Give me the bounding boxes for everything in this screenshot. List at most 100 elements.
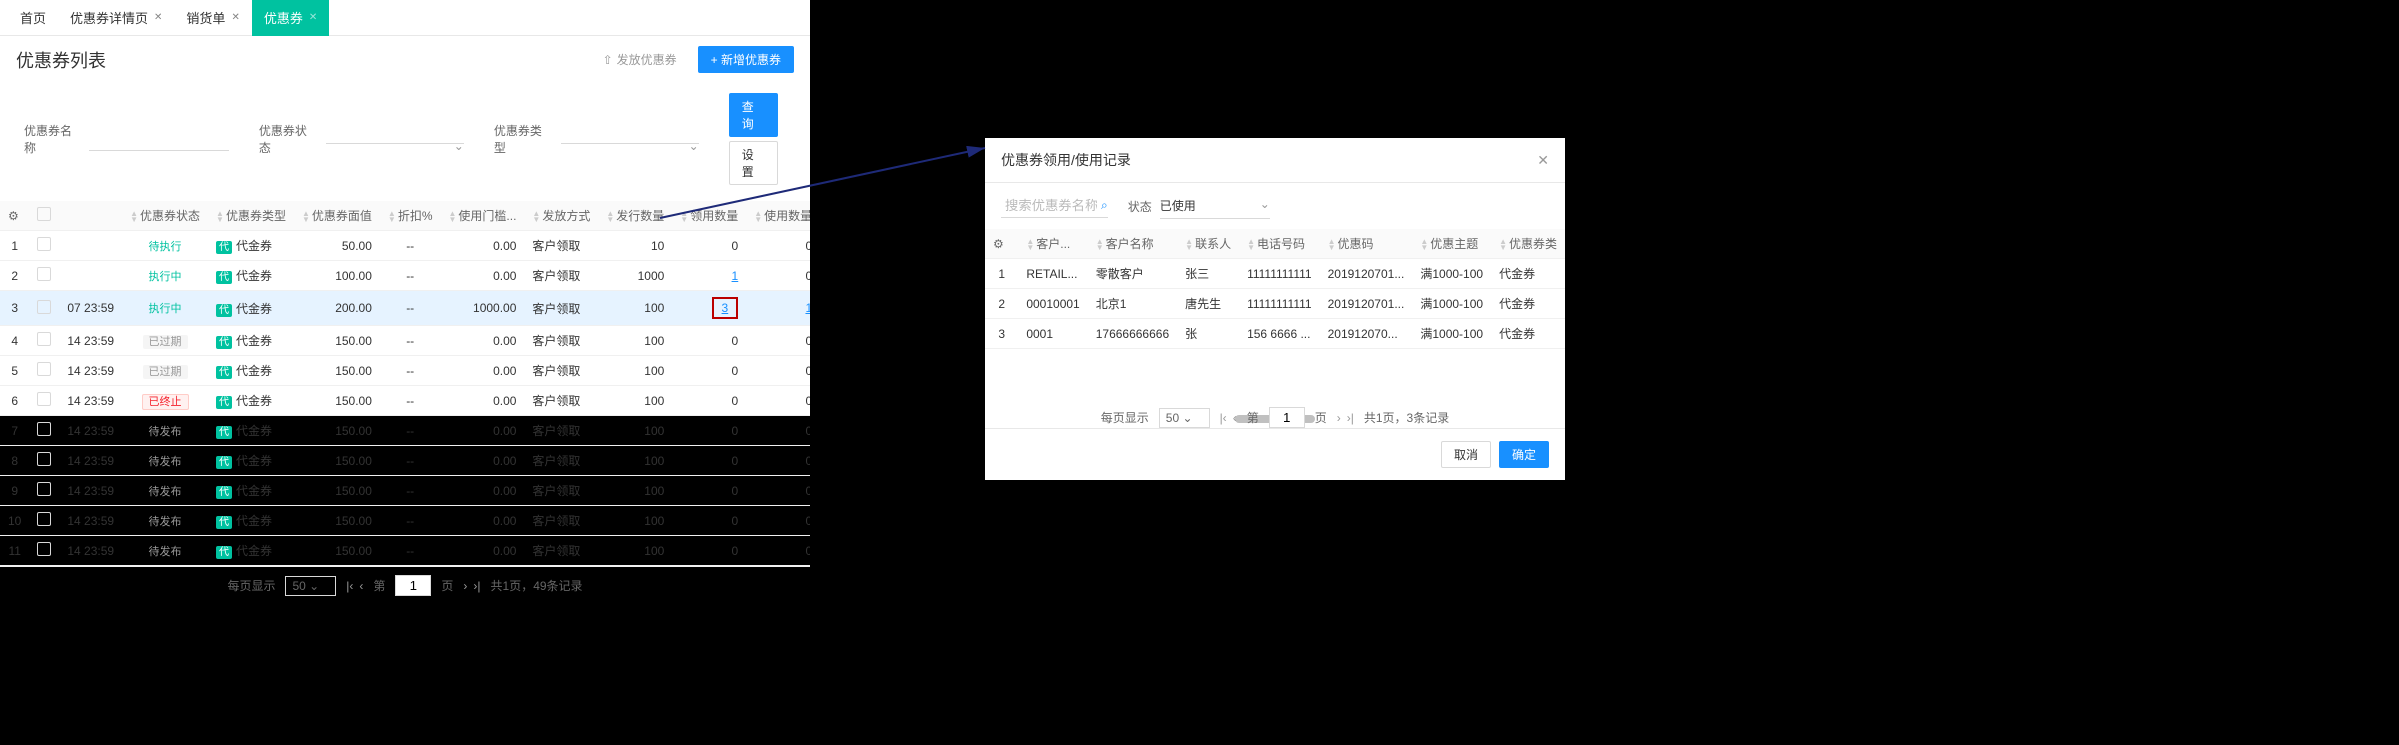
close-icon[interactable]: ✕: [154, 12, 162, 23]
claim-count-link[interactable]: 1: [732, 269, 739, 283]
cancel-button[interactable]: 取消: [1441, 441, 1491, 468]
row-checkbox-cell[interactable]: [29, 291, 59, 326]
phone-header[interactable]: ▲▼电话号码: [1239, 229, 1320, 259]
page-number-input[interactable]: [1269, 407, 1305, 428]
last-page-icon[interactable]: ›|: [1347, 411, 1354, 425]
coupon-type-select[interactable]: ⌄: [561, 135, 699, 144]
search-input[interactable]: [1001, 194, 1101, 217]
coupon-title-header[interactable]: ▲▼优惠主题: [1412, 229, 1491, 259]
table-row[interactable]: 6 14 23:59 已终止 代代金券 150.00 -- 0.00 客户领取 …: [0, 386, 810, 416]
sort-icon[interactable]: ▲▼: [754, 211, 762, 223]
row-checkbox-cell[interactable]: [29, 416, 59, 446]
search-icon[interactable]: ⌕: [1101, 198, 1108, 213]
contact-header[interactable]: ▲▼联系人: [1177, 229, 1239, 259]
tab-sales-order[interactable]: 销货单✕: [174, 0, 251, 36]
tab-coupon[interactable]: 优惠券✕: [252, 0, 329, 36]
table-row[interactable]: 11 14 23:59 待发布 代代金券 150.00 -- 0.00 客户领取…: [0, 536, 810, 566]
sort-icon[interactable]: ▲▼: [680, 211, 688, 223]
row-checkbox-cell[interactable]: [29, 536, 59, 566]
row-checkbox-cell[interactable]: [29, 326, 59, 356]
checkbox-icon[interactable]: [37, 332, 51, 346]
table-row[interactable]: 1 RETAIL... 零散客户 张三 11111111111 20191207…: [985, 259, 1565, 289]
time-column-header[interactable]: [59, 201, 122, 231]
checkbox-icon[interactable]: [37, 362, 51, 376]
tab-home[interactable]: 首页: [8, 0, 58, 36]
coupon-name-input[interactable]: [89, 127, 229, 151]
sort-icon[interactable]: ▲▼: [130, 211, 138, 223]
confirm-button[interactable]: 确定: [1499, 441, 1549, 468]
table-row[interactable]: 3 0001 17666666666 张 156 6666 ... 201912…: [985, 319, 1565, 349]
row-checkbox-cell[interactable]: [29, 476, 59, 506]
sort-icon[interactable]: ▲▼: [1185, 239, 1193, 251]
page-size-select[interactable]: 50 ⌄: [285, 576, 336, 596]
table-row[interactable]: 2 00010001 北京1 唐先生 11111111111 201912070…: [985, 289, 1565, 319]
sort-icon[interactable]: ▲▼: [1026, 239, 1034, 251]
coupon-type-header[interactable]: ▲▼优惠券类: [1491, 229, 1565, 259]
status-column-header[interactable]: ▲▼优惠券状态: [122, 201, 208, 231]
sort-icon[interactable]: ▲▼: [302, 211, 310, 223]
checkbox-icon[interactable]: [37, 207, 51, 221]
table-row[interactable]: 3 07 23:59 执行中 代代金券 200.00 -- 1000.00 客户…: [0, 291, 810, 326]
table-row[interactable]: 4 14 23:59 已过期 代代金券 150.00 -- 0.00 客户领取 …: [0, 326, 810, 356]
checkbox-icon[interactable]: [37, 237, 51, 251]
threshold-column-header[interactable]: ▲▼使用门槛...: [440, 201, 524, 231]
table-row[interactable]: 8 14 23:59 待发布 代代金券 150.00 -- 0.00 客户领取 …: [0, 446, 810, 476]
checkbox-icon[interactable]: [37, 512, 51, 526]
customer-code-header[interactable]: ▲▼客户...: [1018, 229, 1087, 259]
distribute-coupon-button[interactable]: ⇧发放优惠券: [590, 46, 690, 73]
checkbox-icon[interactable]: [37, 300, 51, 314]
checkbox-column-header[interactable]: [29, 201, 59, 231]
facevalue-column-header[interactable]: ▲▼优惠券面值: [294, 201, 380, 231]
table-row[interactable]: 5 14 23:59 已过期 代代金券 150.00 -- 0.00 客户领取 …: [0, 356, 810, 386]
checkbox-icon[interactable]: [37, 392, 51, 406]
sort-icon[interactable]: ▲▼: [216, 211, 224, 223]
sort-icon[interactable]: ▲▼: [1420, 239, 1428, 251]
close-icon[interactable]: ✕: [309, 12, 317, 23]
distmethod-column-header[interactable]: ▲▼发放方式: [524, 201, 598, 231]
customer-name-header[interactable]: ▲▼客户名称: [1088, 229, 1177, 259]
settings-button[interactable]: 设置: [729, 141, 778, 185]
type-column-header[interactable]: ▲▼优惠券类型: [208, 201, 294, 231]
sort-icon[interactable]: ▲▼: [532, 211, 540, 223]
gear-column-header[interactable]: ⚙: [985, 229, 1018, 259]
checkbox-icon[interactable]: [37, 542, 51, 556]
checkbox-icon[interactable]: [37, 452, 51, 466]
sort-icon[interactable]: ▲▼: [1096, 239, 1104, 251]
table-row[interactable]: 10 14 23:59 待发布 代代金券 150.00 -- 0.00 客户领取…: [0, 506, 810, 536]
first-page-icon[interactable]: |‹: [346, 579, 353, 593]
row-checkbox-cell[interactable]: [29, 386, 59, 416]
row-checkbox-cell[interactable]: [29, 446, 59, 476]
table-row[interactable]: 9 14 23:59 待发布 代代金券 150.00 -- 0.00 客户领取 …: [0, 476, 810, 506]
row-checkbox-cell[interactable]: [29, 506, 59, 536]
checkbox-icon[interactable]: [37, 267, 51, 281]
add-coupon-button[interactable]: + 新增优惠券: [698, 46, 794, 73]
close-icon[interactable]: ✕: [231, 12, 239, 23]
sort-icon[interactable]: ▲▼: [448, 211, 456, 223]
coupon-status-select[interactable]: ⌄: [326, 135, 464, 144]
last-page-icon[interactable]: ›|: [473, 579, 480, 593]
sort-icon[interactable]: ▲▼: [1247, 239, 1255, 251]
use-count-link[interactable]: 1: [805, 301, 810, 315]
prev-page-icon[interactable]: ‹: [359, 579, 363, 593]
checkbox-icon[interactable]: [37, 422, 51, 436]
modal-status-select[interactable]: 已使用⌄: [1160, 193, 1270, 219]
table-row[interactable]: 1 待执行 代代金券 50.00 -- 0.00 客户领取 10 0 0 ↗⊞: [0, 231, 810, 261]
claimqty-column-header[interactable]: ▲▼领用数量: [672, 201, 746, 231]
next-page-icon[interactable]: ›: [1337, 411, 1341, 425]
claim-count-link[interactable]: 3: [722, 301, 729, 315]
checkbox-icon[interactable]: [37, 482, 51, 496]
gear-column-header[interactable]: ⚙: [0, 201, 29, 231]
table-row[interactable]: 2 执行中 代代金券 100.00 -- 0.00 客户领取 1000 1 0 …: [0, 261, 810, 291]
discount-column-header[interactable]: ▲▼折扣%: [380, 201, 441, 231]
sort-icon[interactable]: ▲▼: [1328, 239, 1336, 251]
prev-page-icon[interactable]: ‹: [1233, 411, 1237, 425]
search-button[interactable]: 查询: [729, 93, 778, 137]
close-icon[interactable]: ✕: [1537, 152, 1549, 169]
first-page-icon[interactable]: |‹: [1220, 411, 1227, 425]
row-checkbox-cell[interactable]: [29, 231, 59, 261]
sort-icon[interactable]: ▲▼: [388, 211, 396, 223]
row-checkbox-cell[interactable]: [29, 261, 59, 291]
page-size-select[interactable]: 50 ⌄: [1159, 408, 1210, 428]
tab-coupon-detail[interactable]: 优惠券详情页✕: [58, 0, 174, 36]
coupon-code-header[interactable]: ▲▼优惠码: [1320, 229, 1413, 259]
